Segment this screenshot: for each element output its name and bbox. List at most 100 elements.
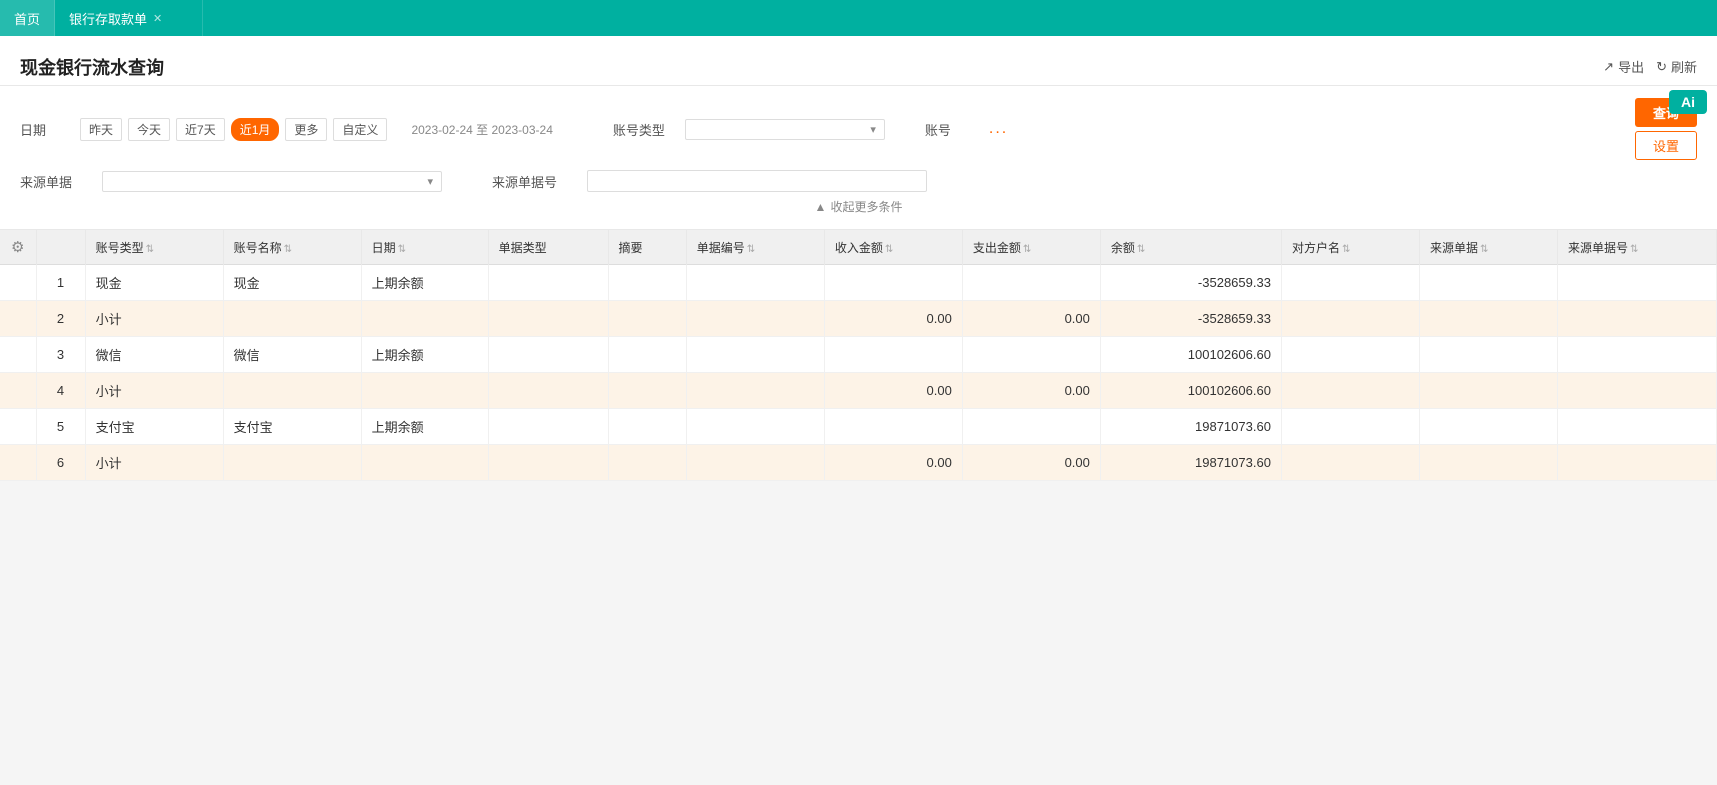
col-gear[interactable]: ⚙ [0,230,36,265]
cell-source-doc-no [1558,409,1717,445]
date-btn-近7天[interactable]: 近7天 [176,118,225,141]
cell-num: 3 [36,337,85,373]
account-type-chevron-icon: ▾ [870,123,876,136]
cell-account-name [223,373,361,409]
source-doc-select[interactable]: ▾ [102,171,442,192]
cell-source-doc [1419,265,1557,301]
export-button[interactable]: ↗ 导出 [1603,57,1644,76]
date-btn-近1月[interactable]: 近1月 [231,118,280,141]
cell-account-name: 现金 [223,265,361,301]
cell-source-doc [1419,301,1557,337]
export-label: 导出 [1618,57,1644,76]
page-title: 现金银行流水查询 [20,54,164,80]
cell-summary [608,373,686,409]
cell-counterparty [1281,337,1419,373]
nav-tab-4[interactable]: 银行存取款单 ✕ [55,0,203,36]
cell-balance: -3528659.33 [1100,301,1281,337]
table-row: 1 现金 现金 上期余额 -3528659.33 [0,265,1717,301]
cell-expense [962,265,1100,301]
nav-tabs-container: 收款单✕付款单✕其他收入单✕应收应付调整单✕银行存取款单✕预收冲应收单✕收款核销… [55,0,203,36]
account-dots-button[interactable]: ... [985,120,1012,138]
refresh-button[interactable]: ↻ 刷新 [1656,57,1697,76]
cell-expense: 0.00 [962,445,1100,481]
date-range-display: 2023-02-24 至 2023-03-24 [411,121,552,138]
cell-balance: 100102606.60 [1100,373,1281,409]
cell-source-doc-no [1558,445,1717,481]
col-income[interactable]: 收入金额⇅ [824,230,962,265]
cell-income: 0.00 [824,373,962,409]
col-date[interactable]: 日期⇅ [361,230,488,265]
source-doc-label: 来源单据 [20,172,72,191]
col-doc-type: 单据类型 [488,230,608,265]
cell-account-name: 支付宝 [223,409,361,445]
refresh-icon: ↻ [1656,59,1667,75]
table-container: ⚙ 账号类型⇅ 账号名称⇅ 日期⇅ 单据类型 摘要 单据编号⇅ 收入金额⇅ 支出… [0,230,1717,481]
cell-account-type: 小计 [85,445,223,481]
nav-tab-label: 银行存取款单 [69,9,147,28]
cell-income: 0.00 [824,301,962,337]
col-doc-no[interactable]: 单据编号⇅ [686,230,824,265]
cell-date [361,445,488,481]
account-type-select[interactable]: ▾ [685,119,885,140]
account-label: 账号 [925,120,965,139]
filter-row-1: 日期 昨天今天近7天近1月更多自定义 2023-02-24 至 2023-03-… [20,98,1697,160]
date-btn-更多[interactable]: 更多 [285,118,327,141]
cell-doc-type [488,301,608,337]
date-btn-今天[interactable]: 今天 [128,118,170,141]
cell-action [0,445,36,481]
cell-expense [962,409,1100,445]
cell-doc-type [488,409,608,445]
data-table: ⚙ 账号类型⇅ 账号名称⇅ 日期⇅ 单据类型 摘要 单据编号⇅ 收入金额⇅ 支出… [0,230,1717,481]
cell-action [0,409,36,445]
nav-home[interactable]: 首页 [0,0,55,36]
col-account-name[interactable]: 账号名称⇅ [223,230,361,265]
col-source-doc-no[interactable]: 来源单据号⇅ [1558,230,1717,265]
account-type-label: 账号类型 [613,120,665,139]
cell-action [0,373,36,409]
date-filter-label: 日期 [20,120,60,139]
cell-summary [608,445,686,481]
source-doc-no-input[interactable] [587,170,927,192]
header-actions: ↗ 导出 ↻ 刷新 [1603,57,1697,76]
cell-date: 上期余额 [361,265,488,301]
cell-summary [608,301,686,337]
cell-action [0,265,36,301]
col-counterparty[interactable]: 对方户名⇅ [1281,230,1419,265]
source-doc-no-label: 来源单据号 [492,172,557,191]
col-account-type[interactable]: 账号类型⇅ [85,230,223,265]
cell-counterparty [1281,373,1419,409]
table-body: 1 现金 现金 上期余额 -3528659.33 2 小计 0.00 0.00 … [0,265,1717,481]
col-expense[interactable]: 支出金额⇅ [962,230,1100,265]
cell-source-doc [1419,409,1557,445]
table-row: 6 小计 0.00 0.00 19871073.60 [0,445,1717,481]
date-btn-自定义[interactable]: 自定义 [333,118,387,141]
nav-home-label: 首页 [14,9,40,28]
cell-date [361,301,488,337]
cell-doc-type [488,265,608,301]
table-header: ⚙ 账号类型⇅ 账号名称⇅ 日期⇅ 单据类型 摘要 单据编号⇅ 收入金额⇅ 支出… [0,230,1717,265]
collapse-button[interactable]: ▲ 收起更多条件 [815,198,903,215]
cell-doc-type [488,445,608,481]
page-header: 现金银行流水查询 ↗ 导出 ↻ 刷新 [0,36,1717,86]
cell-account-type: 小计 [85,373,223,409]
refresh-label: 刷新 [1671,57,1697,76]
cell-num: 2 [36,301,85,337]
cell-income [824,265,962,301]
settings-button[interactable]: 设置 [1635,131,1697,160]
cell-source-doc [1419,337,1557,373]
cell-action [0,337,36,373]
cell-account-name: 微信 [223,337,361,373]
ai-badge[interactable]: Ai [1669,90,1707,114]
col-balance[interactable]: 余额⇅ [1100,230,1281,265]
cell-balance: 19871073.60 [1100,445,1281,481]
gear-icon[interactable]: ⚙ [11,239,24,256]
col-source-doc[interactable]: 来源单据⇅ [1419,230,1557,265]
nav-tab-close-icon[interactable]: ✕ [153,12,162,25]
cell-counterparty [1281,265,1419,301]
cell-expense [962,337,1100,373]
cell-doc-no [686,301,824,337]
cell-source-doc-no [1558,373,1717,409]
date-btn-昨天[interactable]: 昨天 [80,118,122,141]
cell-num: 1 [36,265,85,301]
collapse-up-icon: ▲ [815,200,827,214]
